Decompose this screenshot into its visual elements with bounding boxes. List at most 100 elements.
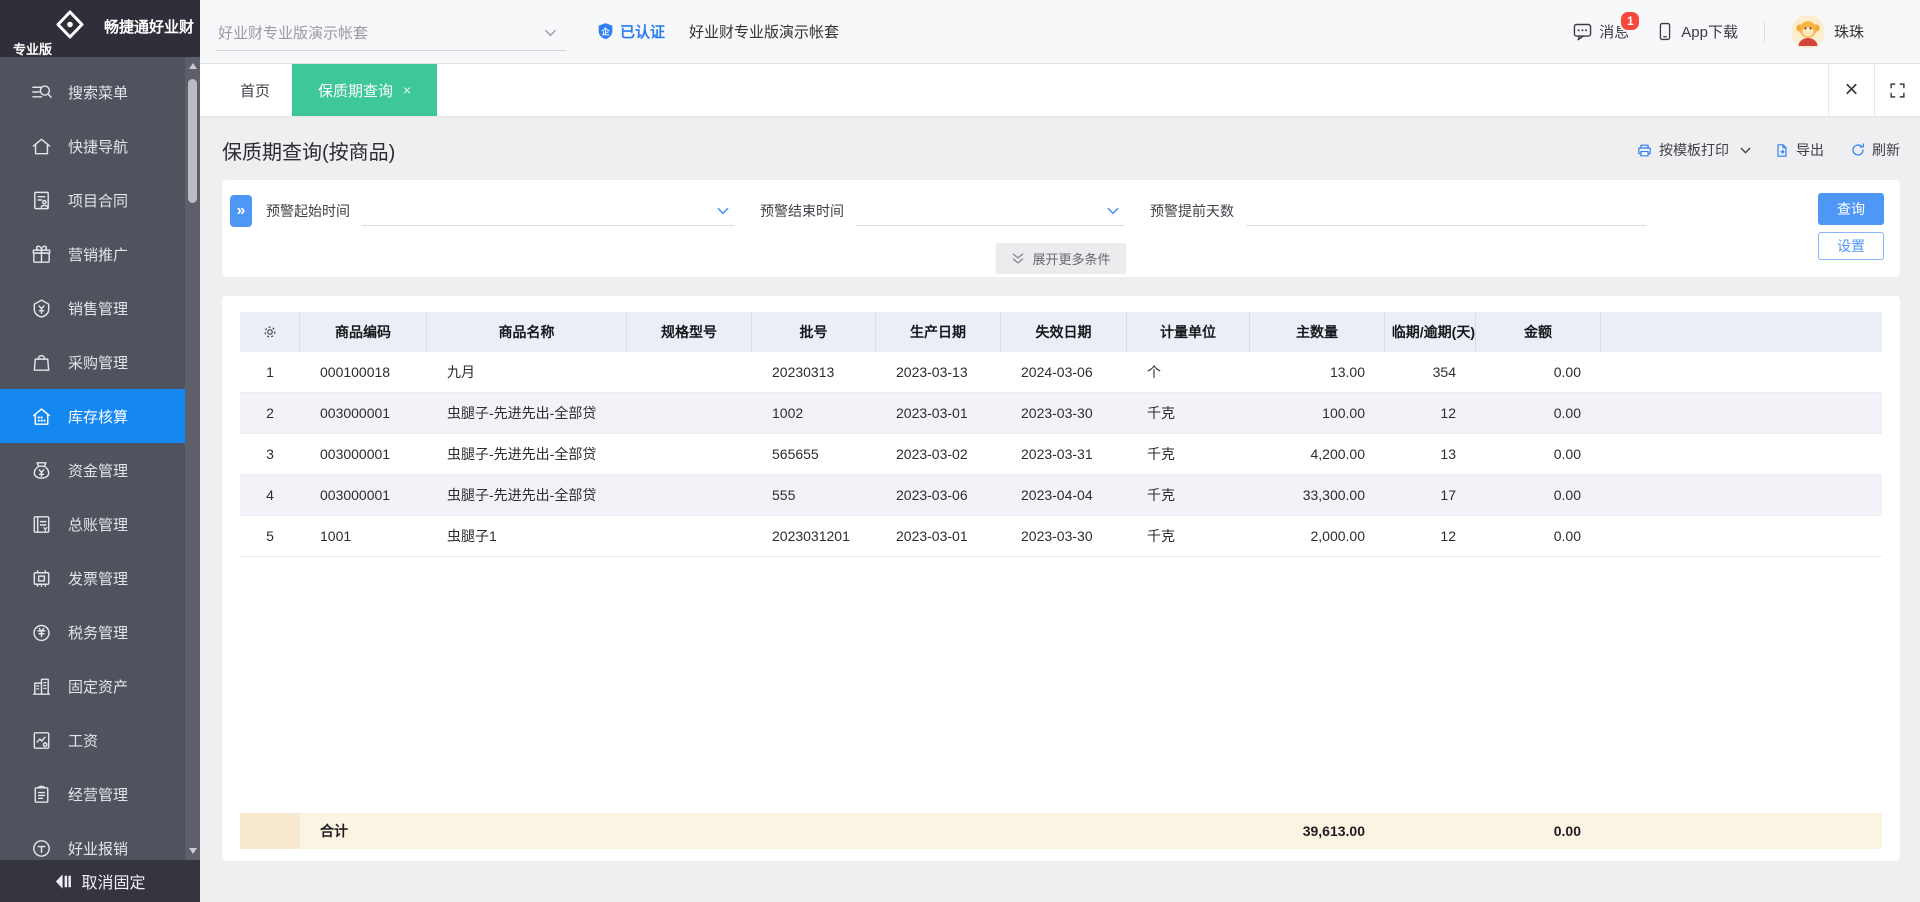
summary-total-value: 0.00 bbox=[1553, 823, 1581, 839]
sidebar-item-label: 搜索菜单 bbox=[68, 84, 129, 102]
sidebar-item-label: 固定资产 bbox=[68, 678, 129, 696]
tab-home-label: 首页 bbox=[240, 82, 271, 100]
refresh-icon bbox=[1852, 143, 1864, 156]
table-row[interactable]: 4 003000001 虫腿子-先进先出-全部贷 555 2023-03-06 2023-… bbox=[240, 475, 1882, 516]
verified-badge: 企 已认证 bbox=[596, 21, 665, 42]
table-cell: 千克 bbox=[1147, 528, 1175, 544]
expand-label: 展开更多条件 bbox=[1032, 252, 1111, 267]
refresh-button[interactable]: 刷新 bbox=[1850, 140, 1900, 160]
filter-field-input[interactable] bbox=[1246, 196, 1646, 226]
sidebar-item-general-ledger[interactable]: 总账管理 bbox=[0, 497, 200, 551]
sidebar-item-funds-mgmt[interactable]: 资金管理 bbox=[0, 443, 200, 497]
account-book-select[interactable]: 好业财专业版演示帐套 bbox=[216, 22, 566, 51]
sidebar-item-inventory-accounting[interactable]: 库存核算 bbox=[0, 389, 200, 443]
business-mgmt-icon bbox=[34, 785, 49, 803]
table-cell: 2,000.00 bbox=[1310, 528, 1366, 544]
sidebar-item-purchase-mgmt[interactable]: 采购管理 bbox=[0, 335, 200, 389]
summary-cell bbox=[1385, 813, 1476, 849]
double-chevron-right-icon: » bbox=[236, 202, 246, 219]
sidebar-item-label: 工资 bbox=[68, 732, 99, 750]
scroll-down-arrow-icon[interactable] bbox=[185, 843, 200, 859]
sidebar-item-invoice-mgmt[interactable]: 发票管理 bbox=[0, 551, 200, 605]
sidebar-item-project-contract[interactable]: 项目合同 bbox=[0, 173, 200, 227]
close-tabs-button[interactable]: × bbox=[1828, 64, 1874, 116]
messages-count-badge: 1 bbox=[1619, 10, 1642, 32]
table-row[interactable]: 1 000100018 九月 20230313 2023-03-13 2024-03-06… bbox=[240, 352, 1882, 393]
column-header: 计量单位 bbox=[1127, 312, 1250, 352]
page-toolbar: 按模板打印 导出 刷新 bbox=[1636, 140, 1900, 160]
expand-more-conditions-button[interactable]: 展开更多条件 bbox=[995, 243, 1127, 274]
table-cell: 2 bbox=[266, 405, 274, 421]
messages-button[interactable]: 消息 1 bbox=[1572, 10, 1642, 42]
filter-field-input[interactable] bbox=[362, 196, 734, 226]
search-menu-icon bbox=[32, 84, 52, 98]
sidebar-item-marketing[interactable]: 营销推广 bbox=[0, 227, 200, 281]
sidebar-item-expense[interactable]: 好业报销 bbox=[0, 821, 200, 860]
sidebar-item-label: 快捷导航 bbox=[68, 138, 129, 156]
table-cell: 003000001 bbox=[320, 487, 391, 503]
collapse-filter-tag[interactable]: » bbox=[230, 195, 252, 227]
sidebar-item-payroll[interactable]: 工资 bbox=[0, 713, 200, 767]
filter-field-label: 预警起始时间 bbox=[266, 203, 350, 219]
column-settings-button[interactable] bbox=[240, 312, 300, 352]
table-cell: 2023-03-02 bbox=[896, 446, 968, 462]
tab-shelf-life-query[interactable]: 保质期查询 × bbox=[292, 64, 438, 116]
table-row[interactable]: 3 003000001 虫腿子-先进先出-全部贷 565655 2023-03-02 20… bbox=[240, 434, 1882, 475]
settings-button[interactable]: 设置 bbox=[1818, 232, 1884, 260]
filter-row: » 预警起始时间 预警结束时间 预警提前天数 bbox=[222, 180, 1900, 227]
printer-icon bbox=[1638, 144, 1651, 156]
filter-field-input[interactable] bbox=[856, 196, 1124, 226]
sidebar-menu-list: 搜索菜单快捷导航项目合同营销推广 销售管理 采购管理 库存核算 资金管理 总账管理发票管理… bbox=[0, 57, 200, 860]
sidebar-item-label: 项目合同 bbox=[68, 192, 129, 210]
filter-field: 预警起始时间 bbox=[266, 196, 734, 226]
table-cell: 0.00 bbox=[1553, 528, 1581, 544]
table-cell: 354 bbox=[1432, 364, 1456, 380]
user-menu[interactable]: 珠珠 bbox=[1790, 14, 1864, 49]
table-cell: 虫腿子-先进先出-全部贷 bbox=[447, 487, 597, 503]
grid-header-row: 商品编码 商品名称 规格型号 批号 生产日期 失效日期 计量单位 主数量 临期/逾期(天) 金额 bbox=[240, 312, 1882, 352]
table-cell: 千克 bbox=[1147, 405, 1175, 421]
sidebar-item-sales-mgmt[interactable]: 销售管理 bbox=[0, 281, 200, 335]
app-download-button[interactable]: App下载 bbox=[1655, 21, 1738, 42]
sidebar-item-fixed-assets[interactable]: 固定资产 bbox=[0, 659, 200, 713]
main-area: 好业财专业版演示帐套 企 已认证 好业财专业版演示帐套 消息 1 App下载 珠… bbox=[200, 0, 1920, 902]
search-button[interactable]: 查询 bbox=[1818, 193, 1884, 225]
smartphone-icon bbox=[1660, 22, 1671, 41]
export-button[interactable]: 导出 bbox=[1774, 140, 1824, 160]
sidebar-scrollbar[interactable] bbox=[185, 57, 200, 860]
print-options-dropdown[interactable] bbox=[1739, 146, 1752, 155]
filter-field-label: 预警提前天数 bbox=[1150, 203, 1234, 219]
table-cell: 565655 bbox=[772, 446, 819, 462]
scroll-up-arrow-icon[interactable] bbox=[185, 58, 200, 74]
table-cell: 2023-03-01 bbox=[896, 528, 968, 544]
table-cell: 个 bbox=[1147, 364, 1161, 380]
tab-active-label: 保质期查询 bbox=[318, 82, 394, 100]
chevron-down-icon[interactable] bbox=[716, 206, 730, 216]
chevron-down-icon[interactable] bbox=[1106, 206, 1120, 216]
table-row[interactable]: 5 1001 虫腿子1 2023031201 2023-03-01 2023-03-30 千… bbox=[240, 516, 1882, 557]
app-download-label: App下载 bbox=[1681, 24, 1738, 41]
sidebar-item-label: 发票管理 bbox=[68, 570, 129, 588]
sidebar-item-quick-nav[interactable]: 快捷导航 bbox=[0, 119, 200, 173]
payroll-icon bbox=[33, 731, 50, 749]
topbar: 好业财专业版演示帐套 企 已认证 好业财专业版演示帐套 消息 1 App下载 珠… bbox=[200, 0, 1920, 64]
sidebar-item-tax-mgmt[interactable]: 税务管理 bbox=[0, 605, 200, 659]
svg-text:企: 企 bbox=[600, 27, 610, 37]
table-cell: 3 bbox=[266, 446, 274, 462]
unpin-sidebar-button[interactable]: 取消固定 bbox=[0, 860, 200, 902]
fullscreen-button[interactable] bbox=[1874, 64, 1920, 116]
export-label: 导出 bbox=[1796, 142, 1824, 158]
column-header-label: 临期/逾期(天) bbox=[1391, 324, 1475, 340]
filter-panel: » 预警起始时间 预警结束时间 预警提前天数 查询 设置 展开更多条件 bbox=[222, 180, 1900, 277]
column-header-label: 批号 bbox=[799, 324, 828, 340]
sidebar-item-search-menu[interactable]: 搜索菜单 bbox=[0, 65, 200, 119]
sidebar-item-business-mgmt[interactable]: 经营管理 bbox=[0, 767, 200, 821]
column-header: 金额 bbox=[1476, 312, 1601, 352]
grid-summary-row: 合计 39,613.00 0.00 bbox=[240, 813, 1882, 849]
table-row[interactable]: 2 003000001 虫腿子-先进先出-全部贷 1002 2023-03-01 2023… bbox=[240, 393, 1882, 434]
tab-home[interactable]: 首页 bbox=[218, 64, 292, 116]
scrollbar-thumb[interactable] bbox=[188, 79, 197, 203]
tab-close-icon[interactable]: × bbox=[403, 82, 411, 98]
print-by-template-button[interactable]: 按模板打印 bbox=[1636, 140, 1729, 160]
table-cell: 0.00 bbox=[1553, 364, 1581, 380]
